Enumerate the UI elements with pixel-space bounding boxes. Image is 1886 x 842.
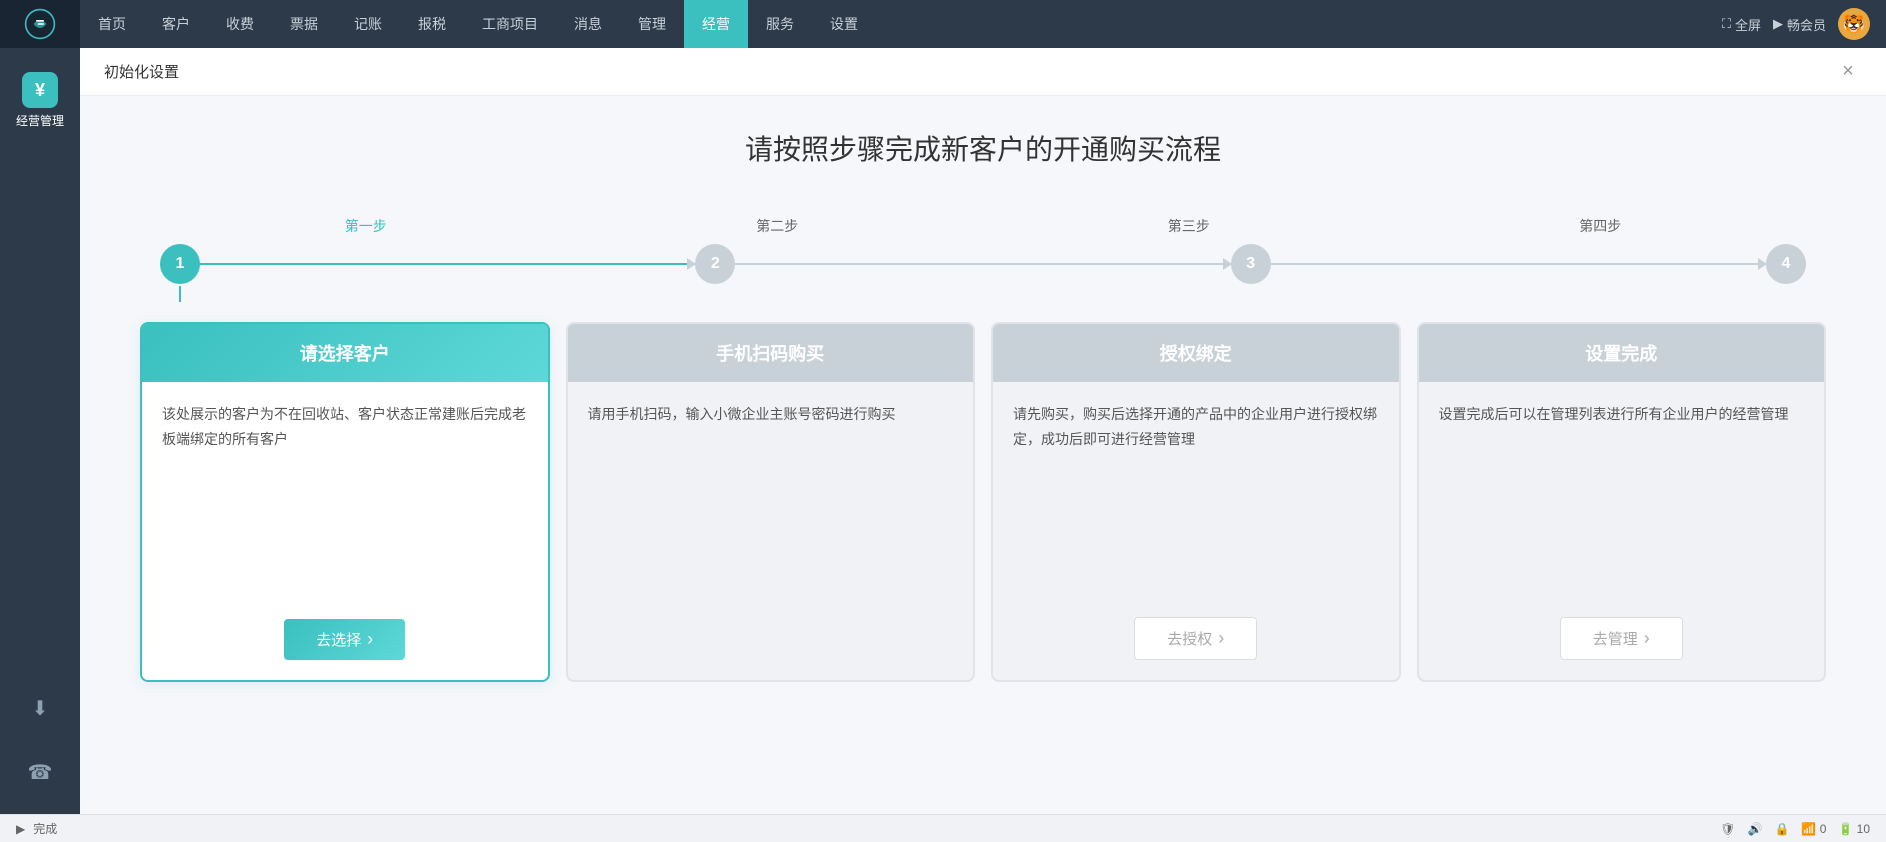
avatar[interactable]: 🐯 [1838,8,1870,40]
step3-card-header: 授权绑定 [993,324,1399,382]
nav-business[interactable]: 工商项目 [464,0,556,48]
status-text: 完成 [33,820,57,837]
download-icon: ⬇ [22,690,58,726]
setup-main-title: 请按照步骤完成新客户的开通购买流程 [140,128,1826,168]
nav-accounting[interactable]: 记账 [336,0,400,48]
step3-card: 授权绑定 请先购买，购买后选择开通的产品中的企业用户进行授权绑定，成功后即可进行… [991,322,1401,682]
step1-label: 第一步 [345,218,387,234]
cards-row: 请选择客户 该处展示的客户为不在回收站、客户状态正常建账后完成老板端绑定的所有客… [140,322,1826,682]
step1-card: 请选择客户 该处展示的客户为不在回收站、客户状态正常建账后完成老板端绑定的所有客… [140,322,550,682]
support-icon: ☎ [22,754,58,790]
nav-operation[interactable]: 经营 [684,0,748,48]
operation-icon: ¥ [22,72,58,108]
step1-action-button[interactable]: 去选择 › [284,619,405,660]
step1-card-body: 该处展示的客户为不在回收站、客户状态正常建账后完成老板端绑定的所有客户 [142,382,548,603]
step3-card-footer: 去授权 › [993,601,1399,680]
nav-message[interactable]: 消息 [556,0,620,48]
nav-fee[interactable]: 收费 [208,0,272,48]
step3-circle: 3 [1231,244,1271,284]
step2-card: 手机扫码购买 请用手机扫码，输入小微企业主账号密码进行购买 [566,322,976,682]
nav-settings[interactable]: 设置 [812,0,876,48]
main-layout: ¥ 经营管理 ⬇ ☎ 初始化设置 × 请按照步骤完成新客户的开通购买流程 [0,48,1886,814]
nav-customer[interactable]: 客户 [144,0,208,48]
step2-card-footer [568,644,974,680]
step4-card-header: 设置完成 [1419,324,1825,382]
status-right: 🛡 🔊 🔒 📶 0 🔋 10 [1720,822,1870,836]
status-left: ▶ 完成 [16,820,57,837]
step4-card-footer: 去管理 › [1419,601,1825,680]
page-title: 初始化设置 [104,61,179,82]
step2-circle: 2 [695,244,735,284]
sidebar-item-operation[interactable]: ¥ 经营管理 [0,60,80,141]
step1-card-footer: 去选择 › [142,603,548,680]
step4-circle: 4 [1766,244,1806,284]
setup-content: 请按照步骤完成新客户的开通购买流程 第一步 第二步 第三步 第四步 [80,96,1886,814]
volume-icon: 🔊 [1748,822,1763,836]
chevron-right-icon: › [367,629,373,650]
nav-manage[interactable]: 管理 [620,0,684,48]
play-icon: ▶ [1773,16,1783,32]
step4-action-button[interactable]: 去管理 › [1560,617,1683,660]
lock-icon: 🔒 [1774,822,1789,836]
step3-card-body: 请先购买，购买后选择开通的产品中的企业用户进行授权绑定，成功后即可进行经营管理 [993,382,1399,601]
chevron-right-icon-4: › [1644,628,1650,649]
step4-card-body: 设置完成后可以在管理列表进行所有企业用户的经营管理 [1419,382,1825,601]
step2-card-body: 请用手机扫码，输入小微企业主账号密码进行购买 [568,382,974,644]
sidebar: ¥ 经营管理 ⬇ ☎ [0,48,80,814]
nav-home[interactable]: 首页 [80,0,144,48]
step1-card-header: 请选择客户 [142,324,548,382]
play-status-icon[interactable]: ▶ [16,822,25,836]
page-header: 初始化设置 × [80,48,1886,96]
step2-card-header: 手机扫码购买 [568,324,974,382]
step4-label: 第四步 [1579,218,1621,234]
step2-label: 第二步 [756,218,798,234]
sidebar-bottom: ⬇ ☎ [0,678,80,814]
step3-label: 第三步 [1168,218,1210,234]
sidebar-download[interactable]: ⬇ [0,678,80,738]
nav-items: 首页 客户 收费 票据 记账 报税 工商项目 消息 管理 经营 服务 设置 [80,0,1722,48]
member-button[interactable]: ▶ 畅会员 [1773,15,1826,34]
content-area: 初始化设置 × 请按照步骤完成新客户的开通购买流程 第一步 第二步 第三步 第四… [80,48,1886,814]
battery-icon: 🔋 10 [1838,822,1870,836]
fullscreen-icon: ⛶ [1722,16,1731,32]
step4-card: 设置完成 设置完成后可以在管理列表进行所有企业用户的经营管理 去管理 › [1417,322,1827,682]
nav-bill[interactable]: 票据 [272,0,336,48]
nav-tax[interactable]: 报税 [400,0,464,48]
logo[interactable] [0,0,80,48]
nav-right: ⛶ 全屏 ▶ 畅会员 🐯 [1722,8,1886,40]
fullscreen-button[interactable]: ⛶ 全屏 [1722,15,1761,34]
status-bar: ▶ 完成 🛡 🔊 🔒 📶 0 🔋 10 [0,814,1886,842]
top-navigation: 首页 客户 收费 票据 记账 报税 工商项目 消息 管理 经营 服务 设置 ⛶ … [0,0,1886,48]
step1-circle: 1 [160,244,200,284]
sidebar-support[interactable]: ☎ [0,742,80,802]
network-icon: 📶 0 [1801,822,1826,836]
chevron-right-icon-3: › [1218,628,1224,649]
shield-icon: 🛡 [1720,822,1735,836]
close-button[interactable]: × [1834,58,1862,86]
step3-action-button[interactable]: 去授权 › [1134,617,1257,660]
nav-service[interactable]: 服务 [748,0,812,48]
